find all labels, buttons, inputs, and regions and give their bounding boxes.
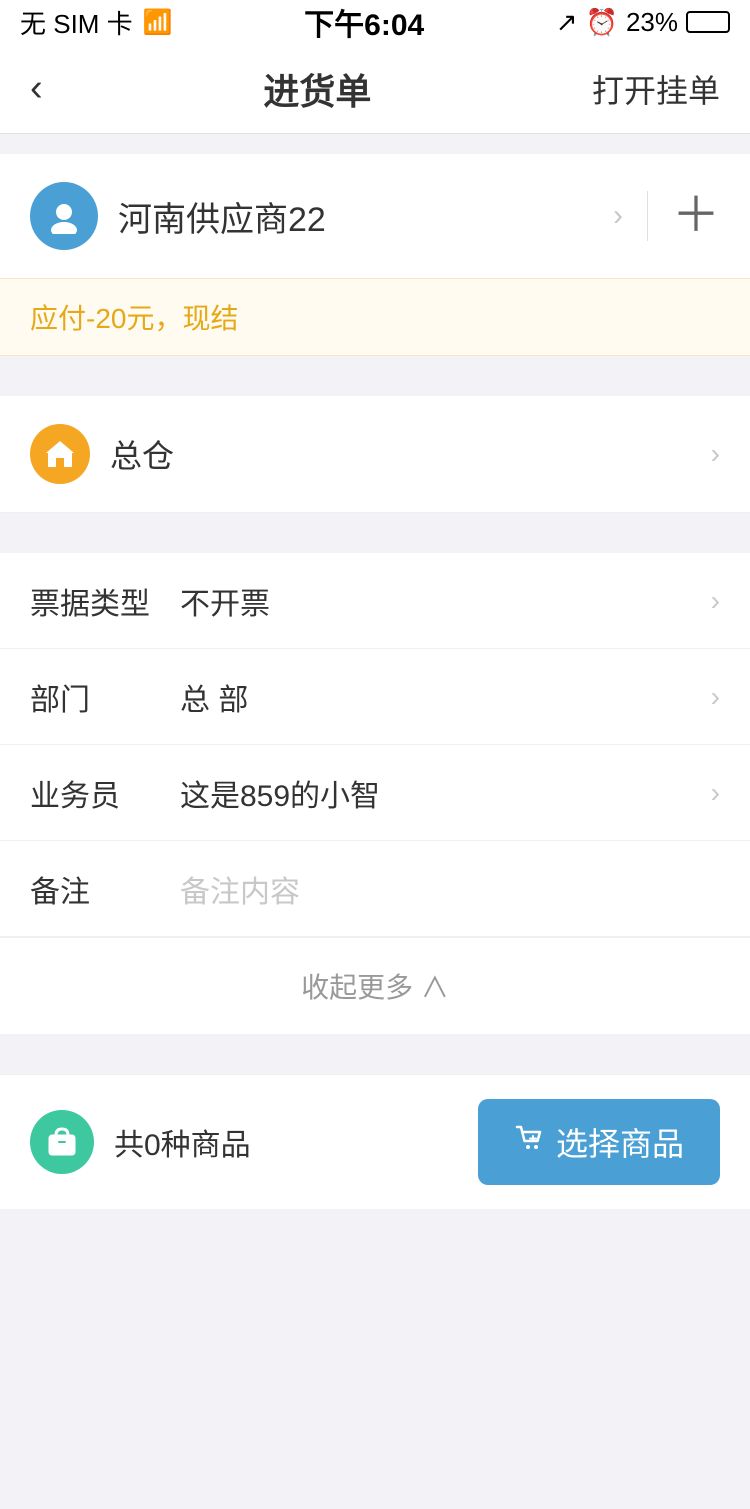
gap-3 bbox=[0, 1034, 750, 1054]
back-button[interactable]: ‹ bbox=[30, 67, 43, 110]
sales-chevron-icon: › bbox=[711, 777, 720, 809]
page-fill bbox=[0, 1209, 750, 1509]
select-product-button[interactable]: 选择商品 bbox=[478, 1099, 720, 1185]
invoice-value: 不开票 bbox=[160, 579, 711, 623]
sales-value: 这是859的小智 bbox=[160, 771, 711, 815]
location-icon: ↗ bbox=[556, 7, 578, 38]
wifi-icon: 📶 bbox=[143, 8, 173, 37]
sales-label: 业务员 bbox=[30, 771, 160, 815]
warehouse-icon bbox=[30, 424, 90, 484]
gap-top bbox=[0, 134, 750, 154]
supplier-name: 河南供应商22 bbox=[118, 192, 613, 241]
form-section: 票据类型 不开票 › 部门 总 部 › 业务员 这是859的小智 › 备注 备注… bbox=[0, 553, 750, 1034]
warning-banner: 应付-20元，现结 bbox=[0, 278, 750, 356]
warehouse-chevron-icon: › bbox=[711, 438, 720, 470]
collapse-label: 收起更多 ∧ bbox=[301, 972, 449, 1003]
battery-indicator bbox=[686, 11, 730, 33]
select-product-label: 选择商品 bbox=[556, 1119, 684, 1165]
status-time: 下午6:04 bbox=[304, 0, 424, 44]
alarm-icon: ⏰ bbox=[586, 7, 618, 38]
carrier-text: 无 SIM 卡 bbox=[20, 4, 133, 41]
product-icon bbox=[30, 1110, 94, 1174]
warehouse-name: 总仓 bbox=[110, 431, 711, 477]
invoice-label: 票据类型 bbox=[30, 579, 160, 623]
collapse-button[interactable]: 收起更多 ∧ bbox=[0, 937, 750, 1034]
department-value: 总 部 bbox=[160, 675, 711, 719]
page-title: 进货单 bbox=[263, 63, 371, 115]
status-bar: 无 SIM 卡 📶 下午6:04 ↗ ⏰ 23% bbox=[0, 0, 750, 44]
department-label: 部门 bbox=[30, 675, 160, 719]
supplier-row[interactable]: 河南供应商22 › ＋ bbox=[0, 154, 750, 278]
sales-row[interactable]: 业务员 这是859的小智 › bbox=[0, 745, 750, 841]
gap-1 bbox=[0, 356, 750, 376]
invoice-row[interactable]: 票据类型 不开票 › bbox=[0, 553, 750, 649]
warning-text: 应付-20元，现结 bbox=[30, 303, 238, 334]
bottom-bar: 共0种商品 选择商品 bbox=[0, 1074, 750, 1209]
department-chevron-icon: › bbox=[711, 681, 720, 713]
remark-row[interactable]: 备注 备注内容 bbox=[0, 841, 750, 937]
supplier-chevron-icon: › bbox=[613, 199, 623, 233]
remark-input[interactable]: 备注内容 bbox=[160, 867, 720, 911]
product-count: 共0种商品 bbox=[114, 1120, 478, 1164]
department-row[interactable]: 部门 总 部 › bbox=[0, 649, 750, 745]
status-carrier: 无 SIM 卡 📶 bbox=[20, 4, 173, 41]
cart-icon bbox=[514, 1123, 544, 1161]
supplier-divider bbox=[647, 191, 648, 241]
invoice-chevron-icon: › bbox=[711, 585, 720, 617]
status-right: ↗ ⏰ 23% bbox=[556, 7, 730, 38]
battery-percent: 23% bbox=[626, 7, 678, 38]
gap-2 bbox=[0, 513, 750, 533]
warehouse-section: 总仓 › bbox=[0, 396, 750, 513]
supplier-avatar bbox=[30, 182, 98, 250]
remark-label: 备注 bbox=[30, 867, 160, 911]
supplier-card: 河南供应商22 › ＋ 应付-20元，现结 bbox=[0, 154, 750, 356]
warehouse-row[interactable]: 总仓 › bbox=[0, 396, 750, 513]
open-pending-button[interactable]: 打开挂单 bbox=[592, 66, 720, 112]
navigation-bar: ‹ 进货单 打开挂单 bbox=[0, 44, 750, 134]
add-button[interactable]: ＋ bbox=[672, 192, 720, 240]
